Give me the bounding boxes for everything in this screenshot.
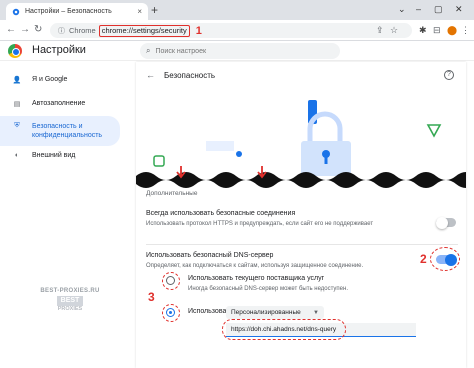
reload-icon[interactable]: ↻ — [34, 23, 42, 37]
option-current-provider-desc: Иногда безопасный DNS-сервер может быть … — [188, 286, 349, 292]
settings-search[interactable]: ⌕ — [140, 43, 340, 59]
callout-2: 2 — [420, 252, 427, 266]
browser-window: Настройки – Безопасность × + ⌄ – ▢ ✕ ← →… — [0, 0, 474, 368]
https-toggle[interactable] — [436, 216, 456, 229]
watermark: BEST-PROXIES.RU BEST PROXIES — [30, 288, 110, 312]
person-icon: 👤 — [12, 77, 22, 84]
wave-divider — [136, 166, 466, 188]
watermark-url: BEST-PROXIES.RU — [40, 288, 100, 294]
lock-shackle-icon — [307, 111, 343, 141]
provider-select-value: Персонализированные — [231, 309, 301, 316]
search-icon: ⌕ — [146, 46, 151, 55]
new-tab-icon[interactable]: + — [151, 3, 158, 17]
bookmark-star-icon[interactable]: ☆ — [390, 24, 398, 36]
sidebar-item-label: Безопасность и конфиденциальность — [32, 123, 103, 139]
page-title: Настройки — [32, 44, 86, 56]
help-icon[interactable]: ? — [444, 70, 454, 80]
sidebar-item-label: Внешний вид — [32, 152, 76, 159]
secure-dns-toggle[interactable] — [436, 253, 457, 266]
toggle-knob — [445, 253, 457, 266]
dns-input-highlight — [222, 319, 346, 340]
callout-1: 1 — [195, 24, 202, 37]
minimize-icon[interactable]: – — [416, 2, 421, 16]
settings-header: Настройки ⌕ — [0, 41, 474, 61]
shield-icon: ⛨ — [14, 122, 20, 129]
menu-kebab-icon[interactable]: ⋮ — [461, 24, 470, 36]
security-page: ← Безопасность ? Дополнительные Всегда и… — [136, 62, 466, 368]
site-info-icon[interactable]: ⓘ — [58, 26, 65, 36]
tab-close-icon[interactable]: × — [137, 7, 142, 16]
palette-icon: ◐ — [14, 152, 20, 159]
advanced-subhead: Дополнительные — [146, 190, 198, 197]
chrome-logo-icon — [8, 44, 22, 58]
radio-custom-provider[interactable] — [166, 308, 175, 317]
section-title: Безопасность — [164, 71, 216, 80]
settings-gear-icon — [12, 8, 20, 15]
extension-icon[interactable]: ✱ — [419, 24, 427, 36]
sidebar-item-appearance[interactable]: ◐ Внешний вид — [0, 152, 120, 159]
sidebar-item-label: Я и Google — [32, 76, 68, 83]
dns-title: Использовать безопасный DNS-сервер — [146, 252, 274, 259]
url-text[interactable]: chrome://settings/security — [98, 24, 190, 37]
https-description: Использовать протокол HTTPS и предупрежд… — [146, 221, 374, 227]
dot-decor-icon — [236, 151, 242, 157]
torn-edge-wave — [136, 172, 466, 188]
side-panel-icon[interactable]: ⊟ — [433, 24, 441, 36]
chevron-down-icon: ▼ — [313, 309, 319, 316]
browser-toolbar: ← → ↻ ⓘ Chrome chrome://settings/securit… — [0, 20, 474, 41]
address-bar[interactable]: ⓘ Chrome chrome://settings/security 1 — [50, 23, 412, 38]
tab-title: Настройки – Безопасность — [25, 8, 112, 15]
back-arrow-icon[interactable]: ← — [146, 70, 155, 80]
profile-avatar-icon[interactable]: ⬤ — [447, 24, 457, 36]
close-window-icon[interactable]: ✕ — [455, 2, 463, 16]
tab-strip: Настройки – Безопасность × + ⌄ – ▢ ✕ — [0, 0, 474, 20]
provider-select[interactable]: Персонализированные ▼ — [226, 306, 324, 319]
maximize-icon[interactable]: ▢ — [434, 2, 443, 16]
share-icon[interactable]: ⇪ — [376, 24, 384, 36]
illustration-card — [206, 141, 234, 151]
sidebar-item-autofill[interactable]: ▤ Автозаполнение — [0, 100, 120, 108]
https-title: Всегда использовать безопасные соединени… — [146, 210, 296, 217]
sidebar-item-you-and-google[interactable]: 👤 Я и Google — [0, 76, 120, 84]
tab-settings-security[interactable]: Настройки – Безопасность × — [6, 3, 148, 20]
watermark-badge: BEST — [57, 296, 83, 306]
tab-search-icon[interactable]: ⌄ — [398, 2, 406, 16]
forward-icon[interactable]: → — [20, 23, 30, 37]
search-input[interactable] — [155, 47, 326, 55]
autofill-icon: ▤ — [13, 101, 21, 108]
triangle-decor-icon — [426, 124, 442, 138]
sidebar-item-privacy-security[interactable]: ⛨ Безопасность и конфиденциальность — [0, 116, 120, 146]
radio-current-provider[interactable] — [166, 276, 175, 285]
dns-description: Определяет, как подключаться к сайтам, и… — [146, 263, 364, 269]
back-icon[interactable]: ← — [6, 23, 16, 37]
watermark-sub: PROXIES — [57, 306, 83, 312]
site-chip: Chrome — [69, 26, 96, 35]
toggle-knob — [436, 216, 448, 229]
row-divider — [146, 244, 458, 245]
option-current-provider: Использовать текущего поставщика услуг — [188, 275, 325, 282]
callout-3: 3 — [148, 290, 155, 304]
settings-sidebar: 👤 Я и Google ▤ Автозаполнение ⛨ Безопасн… — [0, 62, 125, 368]
sidebar-item-label: Автозаполнение — [32, 100, 86, 107]
